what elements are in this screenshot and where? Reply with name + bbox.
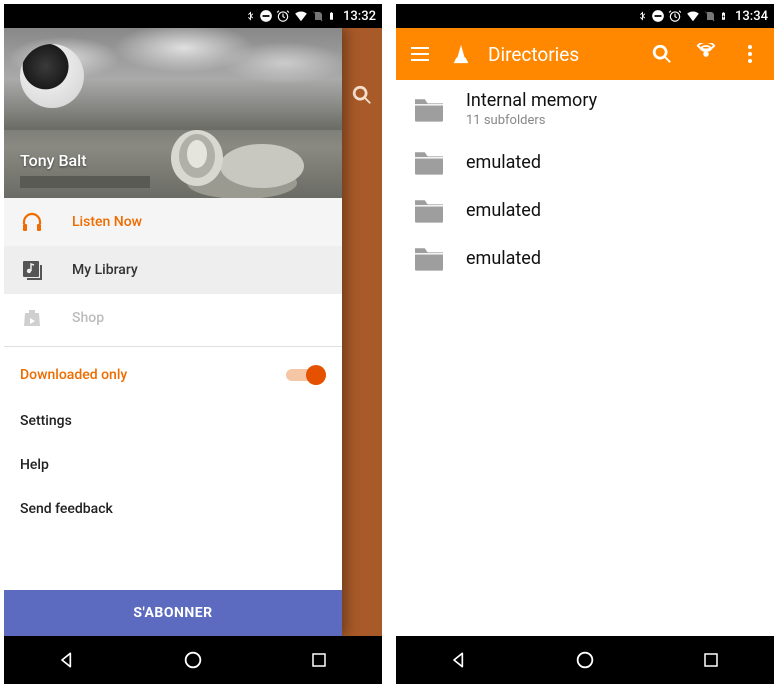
recents-button[interactable] [308, 649, 330, 671]
back-button[interactable] [448, 649, 470, 671]
android-nav-bar [4, 636, 382, 684]
downloaded-only-switch[interactable] [286, 365, 326, 385]
divider [4, 346, 342, 347]
nav-item-listen-now[interactable]: Listen Now [4, 198, 342, 246]
overflow-button[interactable] [736, 40, 764, 68]
nav-item-label: Send feedback [20, 501, 113, 517]
status-time: 13:34 [735, 9, 768, 24]
directory-item[interactable]: emulated [396, 186, 774, 234]
nav-item-settings[interactable]: Settings [4, 399, 342, 443]
nav-item-label: Help [20, 457, 49, 473]
hamburger-button[interactable] [406, 40, 434, 68]
directory-title: emulated [466, 248, 541, 269]
nav-item-label: Settings [20, 413, 72, 429]
username: Tony Balt [20, 151, 87, 170]
phone-left: 13:32 Tony Balt [4, 4, 382, 684]
android-nav-bar [396, 636, 774, 684]
drawer-header: Tony Balt [4, 28, 342, 198]
no-sim-icon [704, 9, 716, 23]
wifi-icon [685, 9, 701, 23]
toggle-label: Downloaded only [20, 367, 127, 383]
nav-item-my-library[interactable]: My Library [4, 246, 342, 294]
back-button[interactable] [56, 649, 78, 671]
search-icon [651, 43, 673, 65]
directory-title: emulated [466, 200, 541, 221]
cast-icon [695, 43, 717, 65]
home-button[interactable] [182, 649, 204, 671]
headphones-icon [20, 210, 44, 234]
no-sim-icon [312, 9, 324, 23]
search-icon [351, 84, 373, 106]
nav-item-send-feedback[interactable]: Send feedback [4, 487, 342, 531]
phone-right: 13:34 Directories I [396, 4, 774, 684]
directory-item[interactable]: emulated [396, 234, 774, 282]
nav-item-shop[interactable]: Shop [4, 294, 342, 342]
status-time: 13:32 [343, 9, 376, 24]
nav-drawer: Tony Balt Listen Now My Library [4, 28, 342, 636]
recents-button[interactable] [700, 649, 722, 671]
appbar-title: Directories [488, 43, 632, 66]
dnd-icon [651, 9, 665, 23]
folder-icon [412, 95, 446, 123]
battery-icon [327, 9, 336, 23]
bluetooth-icon [245, 9, 256, 23]
shop-icon [20, 306, 44, 330]
wifi-icon [293, 9, 309, 23]
nav-item-label: Shop [72, 310, 104, 326]
folder-icon [412, 196, 446, 224]
username-bar [20, 176, 150, 188]
app-body: Directories Internal memory 11 subfolder… [396, 28, 774, 636]
search-button[interactable] [351, 84, 373, 110]
dnd-icon [259, 9, 273, 23]
app-body: Tony Balt Listen Now My Library [4, 28, 382, 636]
directory-list: Internal memory 11 subfolders emulated e… [396, 80, 774, 636]
nav-item-help[interactable]: Help [4, 443, 342, 487]
status-bar: 13:34 [396, 4, 774, 28]
underlay-toolbar [342, 28, 382, 636]
avatar[interactable] [20, 44, 84, 108]
downloaded-only-row[interactable]: Downloaded only [4, 351, 342, 399]
bluetooth-icon [637, 9, 648, 23]
vlc-logo-icon [450, 42, 472, 66]
directory-item[interactable]: Internal memory 11 subfolders [396, 80, 774, 138]
subscribe-button[interactable]: S'ABONNER [4, 590, 342, 636]
directory-title: Internal memory [466, 90, 597, 111]
nav-item-label: Listen Now [72, 214, 142, 230]
search-button[interactable] [648, 40, 676, 68]
subscribe-label: S'ABONNER [133, 605, 212, 621]
home-button[interactable] [574, 649, 596, 671]
alarm-icon [668, 9, 682, 23]
drawer-list: Listen Now My Library Shop Download [4, 198, 342, 590]
directory-title: emulated [466, 152, 541, 173]
lion-image [142, 108, 312, 198]
directory-item[interactable]: emulated [396, 138, 774, 186]
folder-icon [412, 244, 446, 272]
folder-icon [412, 148, 446, 176]
status-bar: 13:32 [4, 4, 382, 28]
cast-button[interactable] [692, 40, 720, 68]
app-bar: Directories [396, 28, 774, 80]
battery-charging-icon [719, 9, 728, 23]
nav-item-label: My Library [72, 262, 138, 278]
alarm-icon [276, 9, 290, 23]
library-icon [20, 258, 44, 282]
directory-subtitle: 11 subfolders [466, 113, 597, 128]
